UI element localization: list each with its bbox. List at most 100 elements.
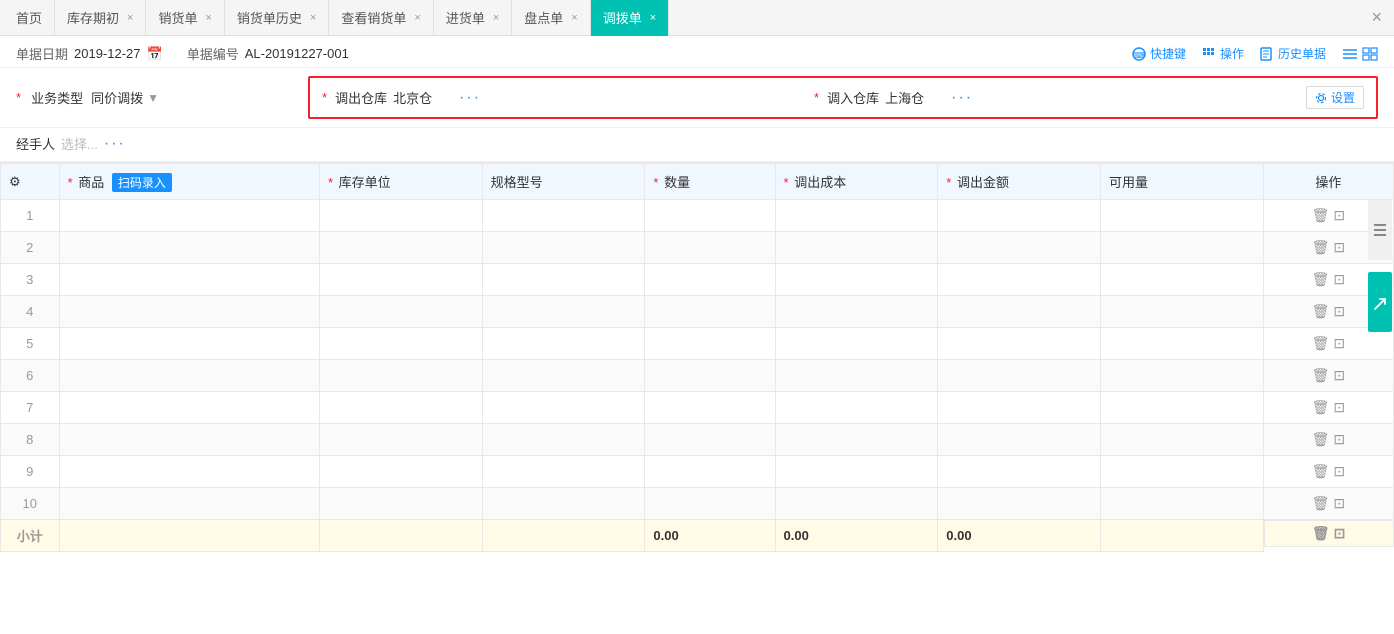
tab-close-purchase-order[interactable]: ×	[493, 12, 499, 24]
row-copy-icon[interactable]: ⊡	[1333, 399, 1345, 416]
cell-amount[interactable]	[938, 424, 1101, 456]
cell-cost[interactable]	[775, 264, 938, 296]
cell-amount[interactable]	[938, 488, 1101, 520]
cell-spec[interactable]	[482, 360, 645, 392]
cell-amount[interactable]	[938, 200, 1101, 232]
settings-button[interactable]: 设置	[1306, 86, 1364, 109]
cell-product[interactable]	[59, 424, 319, 456]
history-link[interactable]: 历史单据	[1260, 45, 1326, 62]
tab-home[interactable]: 首页	[4, 0, 55, 36]
cell-qty[interactable]	[645, 296, 775, 328]
row-copy-icon[interactable]: ⊡	[1333, 495, 1345, 512]
cell-amount[interactable]	[938, 360, 1101, 392]
cell-unit[interactable]	[319, 424, 482, 456]
row-delete-icon[interactable]: 🗑	[1312, 525, 1330, 542]
cell-product[interactable]	[59, 264, 319, 296]
row-delete-icon[interactable]: 🗑	[1312, 271, 1330, 288]
from-warehouse-value[interactable]: 北京仓	[393, 88, 453, 107]
sidebar-expand-button[interactable]	[1368, 272, 1392, 332]
row-delete-icon[interactable]: 🗑	[1312, 399, 1330, 416]
cell-amount[interactable]	[938, 328, 1101, 360]
row-copy-icon[interactable]: ⊡	[1333, 463, 1345, 480]
cell-qty[interactable]	[645, 328, 775, 360]
tab-close-stocktake[interactable]: ×	[571, 12, 577, 24]
tab-close-view-sales[interactable]: ×	[414, 12, 420, 24]
row-delete-icon[interactable]: 🗑	[1312, 367, 1330, 384]
shortcut-link[interactable]: ⌨ 快捷键	[1132, 45, 1186, 62]
cell-cost[interactable]	[775, 456, 938, 488]
cell-product[interactable]	[59, 296, 319, 328]
cell-qty[interactable]	[645, 264, 775, 296]
cell-qty[interactable]	[645, 392, 775, 424]
cell-product[interactable]	[59, 392, 319, 424]
cell-unit[interactable]	[319, 488, 482, 520]
business-type-select[interactable]: 同价调拨 ▼	[91, 88, 159, 107]
cell-product[interactable]	[59, 488, 319, 520]
from-warehouse-more-btn[interactable]: ···	[459, 89, 481, 107]
cell-unit[interactable]	[319, 296, 482, 328]
cell-spec[interactable]	[482, 200, 645, 232]
tab-inventory-init[interactable]: 库存期初 ×	[55, 0, 146, 36]
tab-close-inventory-init[interactable]: ×	[127, 12, 133, 24]
row-delete-icon[interactable]: 🗑	[1312, 239, 1330, 256]
tab-close-transfer[interactable]: ×	[650, 12, 656, 24]
cell-spec[interactable]	[482, 488, 645, 520]
cell-spec[interactable]	[482, 456, 645, 488]
date-value[interactable]: 2019-12-27	[74, 46, 141, 61]
to-warehouse-more-btn[interactable]: ···	[951, 89, 973, 107]
row-copy-icon[interactable]: ⊡	[1333, 431, 1345, 448]
cell-spec[interactable]	[482, 392, 645, 424]
cell-cost[interactable]	[775, 360, 938, 392]
tab-purchase-order[interactable]: 进货单 ×	[434, 0, 512, 36]
row-copy-icon[interactable]: ⊡	[1333, 335, 1345, 352]
row-delete-icon[interactable]: 🗑	[1312, 495, 1330, 512]
cell-amount[interactable]	[938, 296, 1101, 328]
to-warehouse-value[interactable]: 上海仓	[885, 88, 945, 107]
cell-unit[interactable]	[319, 200, 482, 232]
tab-close-sales-history[interactable]: ×	[310, 12, 316, 24]
cell-qty[interactable]	[645, 456, 775, 488]
cell-product[interactable]	[59, 232, 319, 264]
row-delete-icon[interactable]: 🗑	[1312, 207, 1330, 224]
col-settings[interactable]: ⚙	[1, 164, 60, 200]
cell-unit[interactable]	[319, 328, 482, 360]
cell-cost[interactable]	[775, 200, 938, 232]
cell-qty[interactable]	[645, 488, 775, 520]
cell-qty[interactable]	[645, 200, 775, 232]
cell-product[interactable]	[59, 360, 319, 392]
cell-unit[interactable]	[319, 264, 482, 296]
cell-amount[interactable]	[938, 392, 1101, 424]
cell-qty[interactable]	[645, 232, 775, 264]
cell-qty[interactable]	[645, 360, 775, 392]
cell-cost[interactable]	[775, 392, 938, 424]
row-copy-icon[interactable]: ⊡	[1333, 367, 1345, 384]
cell-unit[interactable]	[319, 232, 482, 264]
cell-unit[interactable]	[319, 392, 482, 424]
cell-product[interactable]	[59, 456, 319, 488]
row-copy-icon[interactable]: ⊡	[1333, 207, 1345, 224]
tab-sales-history[interactable]: 销货单历史 ×	[225, 0, 329, 36]
scan-barcode-button[interactable]: 扫码录入	[112, 173, 172, 192]
cell-spec[interactable]	[482, 296, 645, 328]
row-delete-icon[interactable]: 🗑	[1312, 431, 1330, 448]
row-copy-icon[interactable]: ⊡	[1333, 271, 1345, 288]
cell-product[interactable]	[59, 328, 319, 360]
cell-amount[interactable]	[938, 456, 1101, 488]
calendar-icon[interactable]: 📅	[147, 46, 163, 62]
tab-sales-order[interactable]: 销货单 ×	[146, 0, 224, 36]
cell-spec[interactable]	[482, 232, 645, 264]
row-delete-icon[interactable]: 🗑	[1312, 463, 1330, 480]
tab-close-sales-order[interactable]: ×	[205, 12, 211, 24]
cell-product[interactable]	[59, 200, 319, 232]
cell-spec[interactable]	[482, 264, 645, 296]
cell-cost[interactable]	[775, 488, 938, 520]
cell-unit[interactable]	[319, 360, 482, 392]
row-copy-icon[interactable]: ⊡	[1333, 239, 1345, 256]
cell-cost[interactable]	[775, 424, 938, 456]
cell-cost[interactable]	[775, 232, 938, 264]
cell-amount[interactable]	[938, 264, 1101, 296]
cell-amount[interactable]	[938, 232, 1101, 264]
tab-stocktake[interactable]: 盘点单 ×	[512, 0, 590, 36]
row-copy-icon[interactable]: ⊡	[1333, 303, 1345, 320]
row-copy-icon[interactable]: ⊡	[1334, 525, 1346, 542]
